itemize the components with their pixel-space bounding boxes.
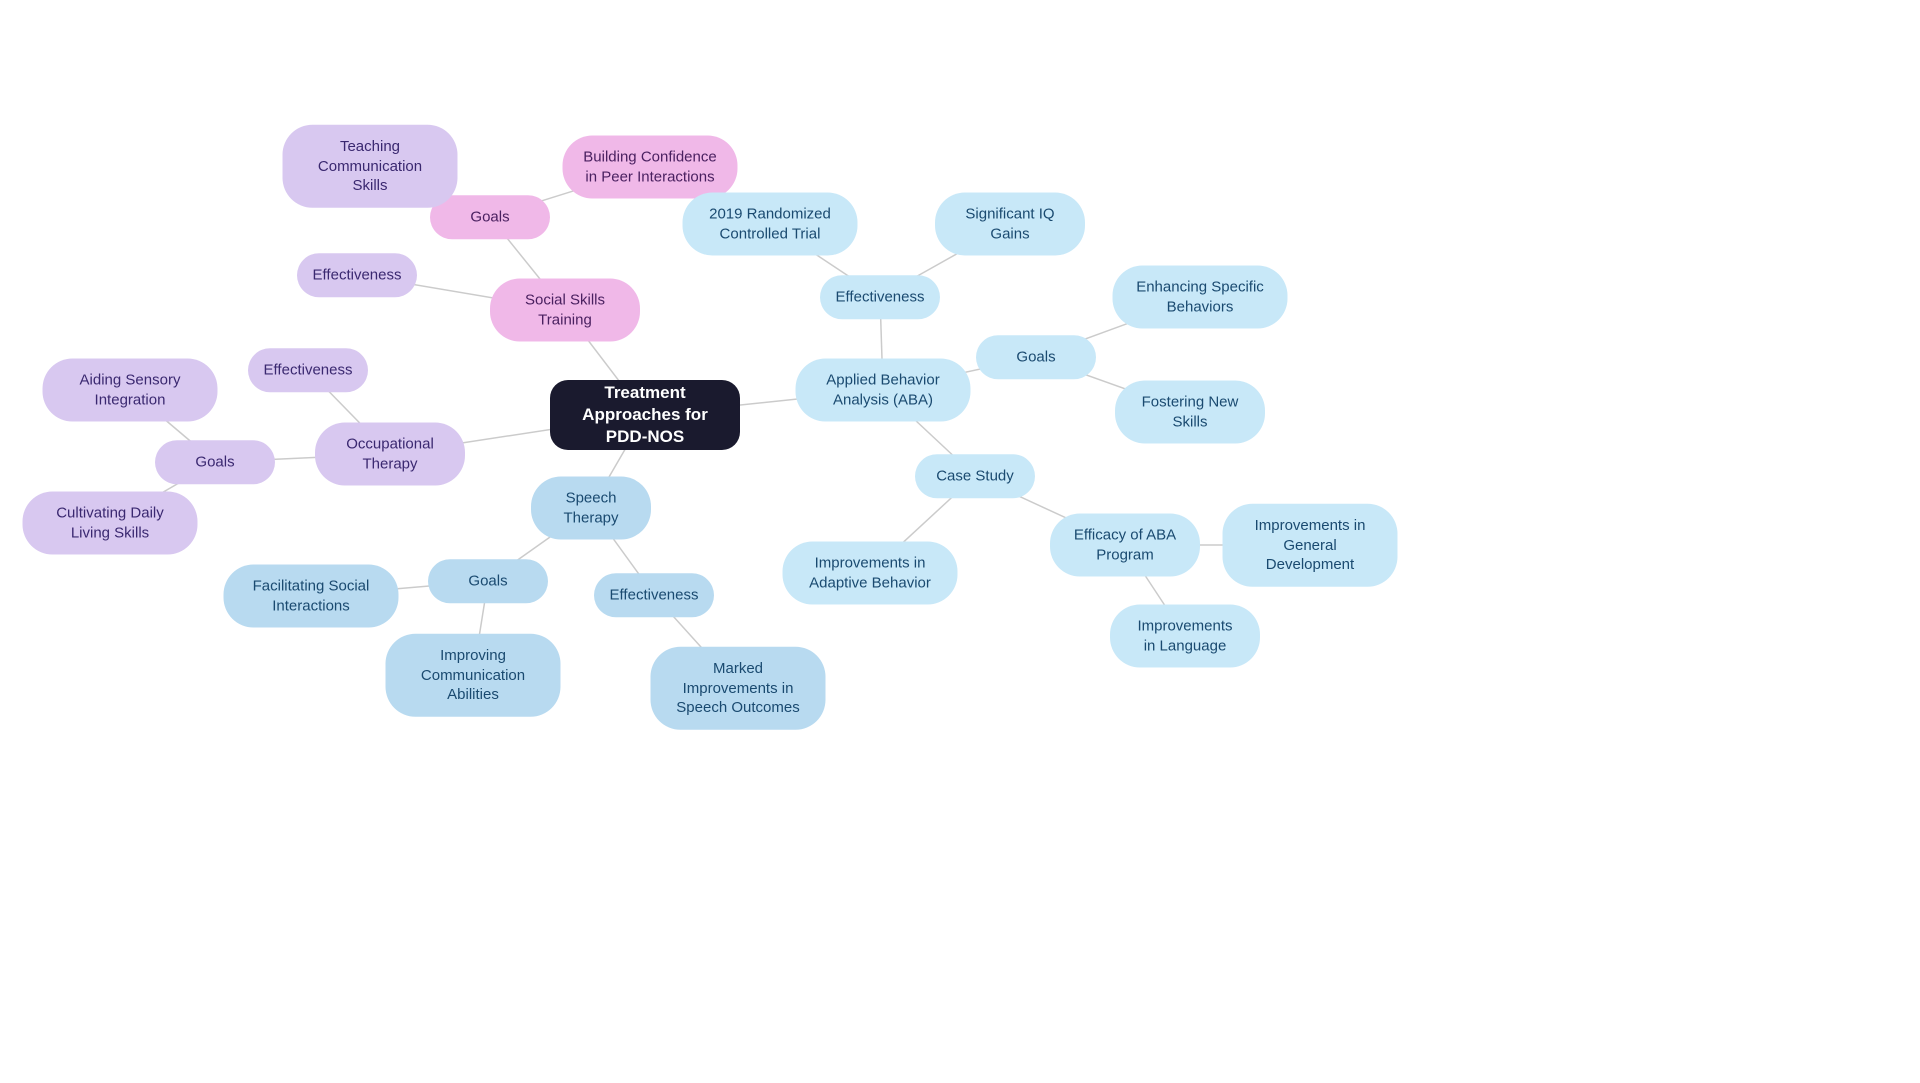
node-improvements-general[interactable]: Improvements in General Development <box>1223 504 1398 587</box>
node-efficacy-aba[interactable]: Efficacy of ABA Program <box>1050 514 1200 577</box>
node-improving-comm[interactable]: Improving Communication Abilities <box>386 634 561 717</box>
node-cultivating-daily[interactable]: Cultivating Daily Living Skills <box>23 492 198 555</box>
node-significant-iq[interactable]: Significant IQ Gains <box>935 193 1085 256</box>
node-goals-aba[interactable]: Goals <box>976 335 1096 379</box>
node-rct-2019[interactable]: 2019 Randomized Controlled Trial <box>683 193 858 256</box>
node-aba[interactable]: Applied Behavior Analysis (ABA) <box>796 359 971 422</box>
node-goals-occ[interactable]: Goals <box>155 440 275 484</box>
node-improvements-language[interactable]: Improvements in Language <box>1110 605 1260 668</box>
node-effectiveness-social[interactable]: Effectiveness <box>297 253 417 297</box>
node-aiding-sensory[interactable]: Aiding Sensory Integration <box>43 359 218 422</box>
node-building-confidence[interactable]: Building Confidence in Peer Interactions <box>563 136 738 199</box>
node-marked-improvements[interactable]: Marked Improvements in Speech Outcomes <box>651 647 826 730</box>
center-node[interactable]: Treatment Approaches for PDD-NOS <box>550 380 740 450</box>
node-occ-therapy[interactable]: Occupational Therapy <box>315 423 465 486</box>
node-effectiveness-aba[interactable]: Effectiveness <box>820 275 940 319</box>
node-effectiveness-speech[interactable]: Effectiveness <box>594 573 714 617</box>
node-enhancing-specific[interactable]: Enhancing Specific Behaviors <box>1113 266 1288 329</box>
node-facilitating-social[interactable]: Facilitating Social Interactions <box>224 565 399 628</box>
node-speech-therapy[interactable]: Speech Therapy <box>531 477 651 540</box>
node-goals-social[interactable]: Goals <box>430 195 550 239</box>
node-case-study[interactable]: Case Study <box>915 454 1035 498</box>
node-fostering-skills[interactable]: Fostering New Skills <box>1115 381 1265 444</box>
node-effectiveness-occ[interactable]: Effectiveness <box>248 348 368 392</box>
node-improvements-adaptive[interactable]: Improvements in Adaptive Behavior <box>783 542 958 605</box>
node-goals-speech[interactable]: Goals <box>428 559 548 603</box>
node-teaching-comm[interactable]: Teaching Communication Skills <box>283 125 458 208</box>
node-social-skills[interactable]: Social Skills Training <box>490 279 640 342</box>
